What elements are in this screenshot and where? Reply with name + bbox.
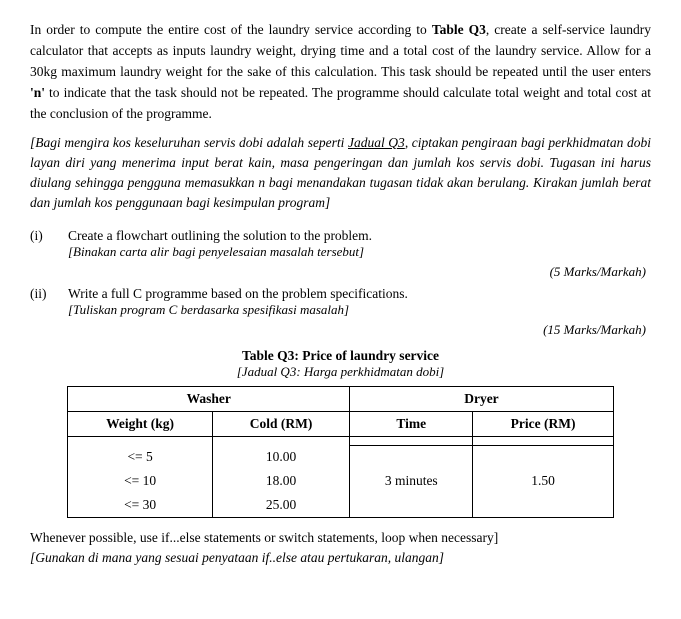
table-row: <= 5 10.00 3 minutes 1.50	[68, 445, 613, 469]
table-header-top: Washer Dryer	[68, 386, 613, 411]
table-title: Table Q3: Price of laundry service	[30, 348, 651, 364]
table-spacer-row	[68, 436, 613, 445]
weight-col-header: Weight (kg)	[68, 411, 213, 436]
question-i-content: Create a flowchart outlining the solutio…	[68, 228, 651, 260]
row2-weight: <= 10	[68, 469, 213, 493]
row1-time: 3 minutes	[350, 445, 473, 518]
washer-header: Washer	[68, 386, 350, 411]
time-col-header: Time	[350, 411, 473, 436]
question-i-row: (i) Create a flowchart outlining the sol…	[30, 228, 651, 260]
row2-cold: 18.00	[212, 469, 349, 493]
question-i-marks: (5 Marks/Markah)	[30, 264, 651, 280]
row3-weight: <= 30	[68, 493, 213, 518]
row1-weight: <= 5	[68, 445, 213, 469]
cold-col-header: Cold (RM)	[212, 411, 349, 436]
question-ii-italic: [Tuliskan program C berdasarka spesifika…	[68, 302, 651, 318]
question-i-italic: [Binakan carta alir bagi penyelesaian ma…	[68, 244, 651, 260]
question-ii-marks: (15 Marks/Markah)	[30, 322, 651, 338]
laundry-table: Washer Dryer Weight (kg) Cold (RM) Time …	[67, 386, 613, 519]
question-ii-num: (ii)	[30, 286, 68, 302]
question-section: (i) Create a flowchart outlining the sol…	[30, 228, 651, 338]
table-section: Table Q3: Price of laundry service [Jadu…	[30, 348, 651, 519]
footer-paragraph: Whenever possible, use if...else stateme…	[30, 528, 651, 569]
dryer-header: Dryer	[350, 386, 614, 411]
question-ii-content: Write a full C programme based on the pr…	[68, 286, 651, 318]
question-ii-row: (ii) Write a full C programme based on t…	[30, 286, 651, 318]
row1-cold: 10.00	[212, 445, 349, 469]
row3-cold: 25.00	[212, 493, 349, 518]
table-ref: Table Q3	[432, 22, 486, 37]
n-ref: 'n'	[30, 85, 45, 100]
intro-paragraph: In order to compute the entire cost of t…	[30, 20, 651, 125]
question-i-main: Create a flowchart outlining the solutio…	[68, 228, 651, 244]
and-text: and	[369, 43, 389, 58]
intro-paragraph-italic: [Bagi mengira kos keseluruhan servis dob…	[30, 133, 651, 214]
table-header-sub: Weight (kg) Cold (RM) Time Price (RM)	[68, 411, 613, 436]
row1-price: 1.50	[473, 445, 613, 518]
question-ii-main: Write a full C programme based on the pr…	[68, 286, 651, 302]
price-col-header: Price (RM)	[473, 411, 613, 436]
table-title-italic: [Jadual Q3: Harga perkhidmatan dobi]	[30, 364, 651, 380]
footer-italic: [Gunakan di mana yang sesuai penyataan i…	[30, 550, 444, 565]
question-i-num: (i)	[30, 228, 68, 244]
